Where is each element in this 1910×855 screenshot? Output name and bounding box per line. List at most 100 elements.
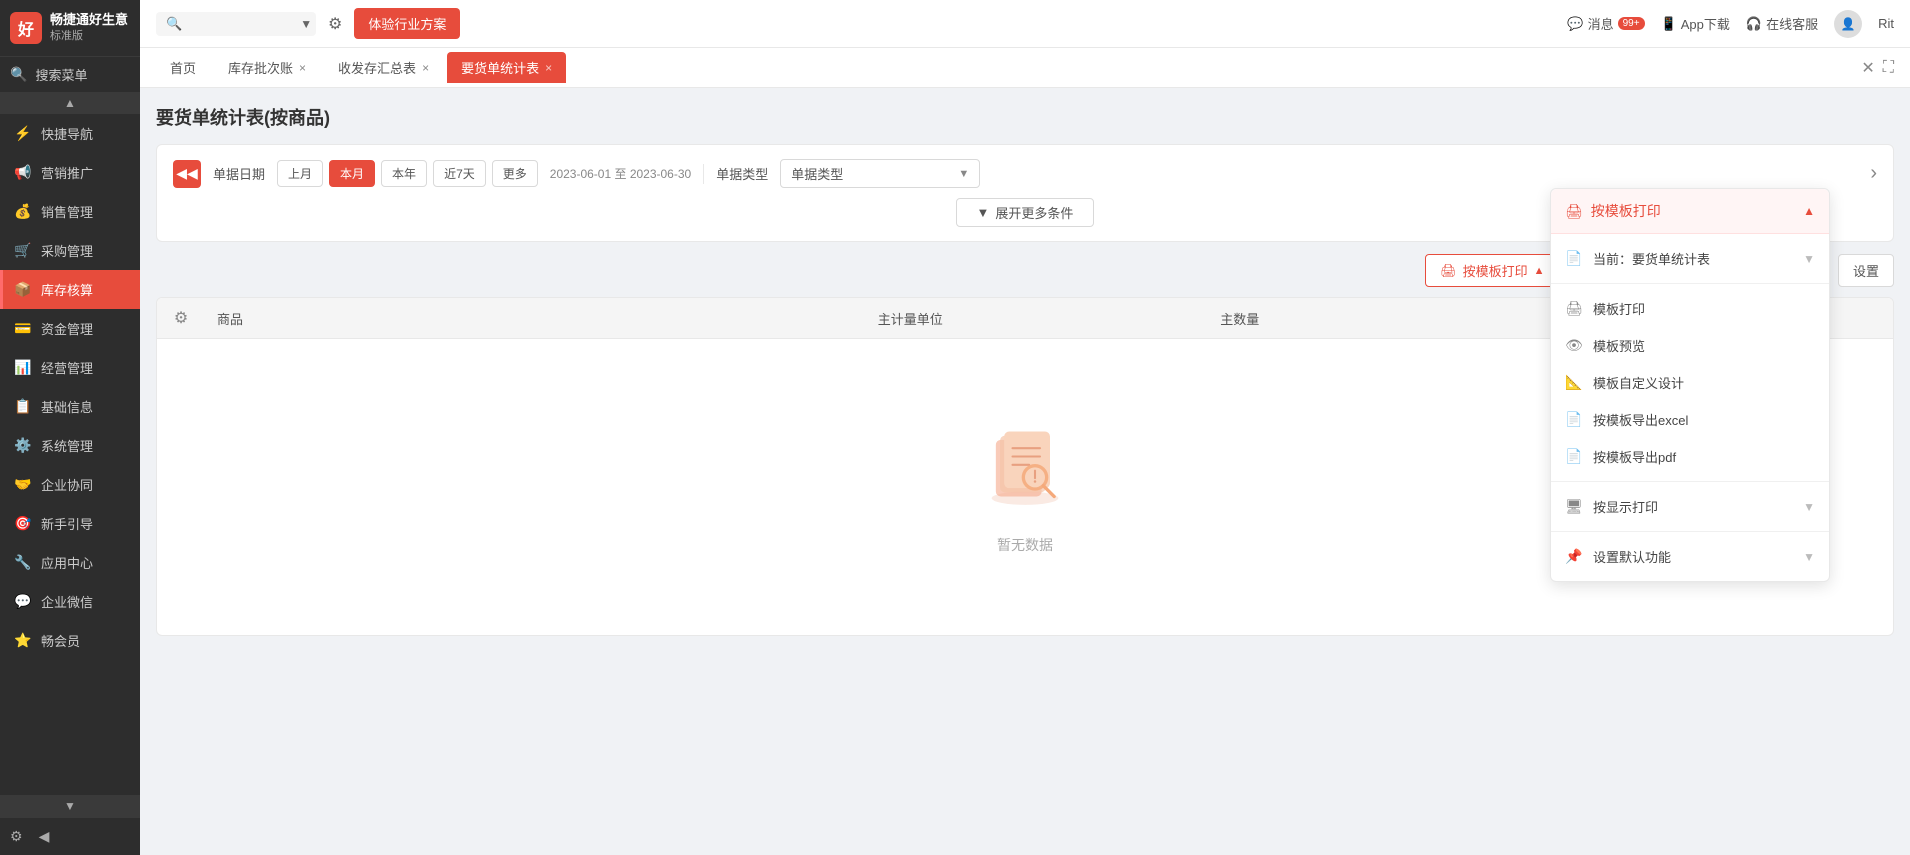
tab-home[interactable]: 首页 bbox=[156, 52, 210, 83]
page-content: 要货单统计表(按商品) ◀◀ 单据日期 上月 本月 本年 近7天 更多 2023… bbox=[140, 88, 1910, 855]
template-excel-icon: 📄 bbox=[1565, 411, 1583, 428]
sidebar-bottom: ⚙ ◀ bbox=[0, 817, 140, 855]
message-button[interactable]: 💬 消息 99+ bbox=[1567, 14, 1644, 33]
tabs-right: ✕ ⛶ bbox=[1861, 58, 1894, 78]
dropdown-template-preview[interactable]: 👁 模板预览 bbox=[1551, 327, 1829, 364]
topbar-settings-button[interactable]: ⚙ bbox=[328, 14, 342, 34]
sidebar-scroll-up[interactable]: ▲ bbox=[0, 92, 140, 114]
sidebar-item-quick-nav[interactable]: ⚡ 快捷导航 bbox=[0, 114, 140, 153]
sidebar-search[interactable]: 🔍 搜索菜单 bbox=[0, 57, 140, 92]
tab-batch-accounts[interactable]: 库存批次账 × bbox=[214, 52, 320, 83]
dropdown-template-export-pdf[interactable]: 📄 按模板导出pdf bbox=[1551, 438, 1829, 475]
sidebar-item-marketing[interactable]: 📢 营销推广 bbox=[0, 153, 140, 192]
dropdown-display-print[interactable]: 🖥 按显示打印 ▼ bbox=[1551, 488, 1829, 525]
username-label[interactable]: Rit bbox=[1878, 16, 1894, 31]
dropdown-current-label: 当前：要货单统计表 bbox=[1593, 249, 1710, 268]
dropdown-current-item[interactable]: 📄 当前：要货单统计表 ▼ bbox=[1551, 240, 1829, 277]
display-print-arrow-icon: ▼ bbox=[1803, 500, 1815, 514]
user-avatar[interactable]: 👤 bbox=[1834, 10, 1862, 38]
filter-right-arrow-icon[interactable]: › bbox=[1870, 162, 1877, 185]
sidebar-item-label: 经营管理 bbox=[41, 358, 93, 377]
tab-close-order-summary[interactable]: × bbox=[545, 61, 552, 75]
main-content: 🔍 ▼ ⚙ 体验行业方案 💬 消息 99+ 📱 App下载 🎧 在线客服 👤 bbox=[140, 0, 1910, 855]
topbar-search-icon: 🔍 bbox=[166, 16, 182, 32]
message-badge: 99+ bbox=[1618, 17, 1645, 30]
dropdown-template-print[interactable]: 🖨 模板打印 bbox=[1551, 290, 1829, 327]
date-btn-more[interactable]: 更多 bbox=[492, 160, 538, 187]
page-title: 要货单统计表(按商品) bbox=[156, 104, 1894, 130]
dropdown-template-custom[interactable]: 📐 模板自定义设计 bbox=[1551, 364, 1829, 401]
sidebar-settings-icon[interactable]: ⚙ bbox=[10, 828, 23, 845]
display-print-icon: 🖥 bbox=[1565, 498, 1583, 515]
topbar-search-input[interactable] bbox=[186, 16, 296, 31]
sidebar-fold-icon[interactable]: ◀ bbox=[39, 828, 50, 845]
sidebar-item-member[interactable]: ⭐ 畅会员 bbox=[0, 621, 140, 660]
purchase-icon: 🛒 bbox=[13, 242, 33, 259]
topbar-right: 💬 消息 99+ 📱 App下载 🎧 在线客服 👤 Rit bbox=[1567, 10, 1894, 38]
tab-close-receivable-summary[interactable]: × bbox=[422, 61, 429, 75]
date-btn-last-month[interactable]: 上月 bbox=[277, 160, 323, 187]
print-dropdown-menu: 🖨 按模板打印 ▲ 📄 当前：要货单统计表 ▼ 🖨 模板打印 👁 bbox=[1550, 188, 1830, 582]
online-service-button[interactable]: 🎧 在线客服 bbox=[1746, 14, 1818, 33]
type-filter-select[interactable]: 单据类型 ▼ bbox=[780, 159, 980, 188]
tab-close-batch-accounts[interactable]: × bbox=[299, 61, 306, 75]
sidebar-nav: ⚡ 快捷导航 📢 营销推广 💰 销售管理 🛒 采购管理 📦 库存核算 💳 资金管… bbox=[0, 114, 140, 795]
table-col-product: 商品 bbox=[205, 309, 866, 328]
marketing-icon: 📢 bbox=[13, 164, 33, 181]
empty-icon bbox=[975, 419, 1075, 519]
type-filter-text: 单据类型 bbox=[791, 164, 954, 183]
basic-info-icon: 📋 bbox=[13, 398, 33, 415]
settings-button[interactable]: 设置 bbox=[1838, 254, 1894, 287]
sidebar-item-guide[interactable]: 🎯 新手引导 bbox=[0, 504, 140, 543]
table-col-quantity: 主数量 bbox=[1208, 309, 1550, 328]
dropdown-template-export-excel[interactable]: 📄 按模板导出excel bbox=[1551, 401, 1829, 438]
topbar-search-box[interactable]: 🔍 ▼ bbox=[156, 12, 316, 36]
filter-divider bbox=[703, 164, 704, 184]
expand-more-button[interactable]: ▼ 展开更多条件 bbox=[956, 198, 1095, 227]
dropdown-header[interactable]: 🖨 按模板打印 ▲ bbox=[1551, 189, 1829, 234]
sidebar-item-label: 基础信息 bbox=[41, 397, 93, 416]
topbar-chevron-icon[interactable]: ▼ bbox=[300, 17, 312, 31]
operations-icon: 📊 bbox=[13, 359, 33, 376]
wechat-icon: 💬 bbox=[13, 593, 33, 610]
inventory-icon: 📦 bbox=[13, 281, 33, 298]
tab-receivable-summary[interactable]: 收发存汇总表 × bbox=[324, 52, 443, 83]
sidebar-item-operations[interactable]: 📊 经营管理 bbox=[0, 348, 140, 387]
dropdown-default-function[interactable]: 📌 设置默认功能 ▼ bbox=[1551, 538, 1829, 575]
sidebar-item-label: 采购管理 bbox=[41, 241, 93, 260]
sidebar-item-purchase[interactable]: 🛒 采购管理 bbox=[0, 231, 140, 270]
print-template-button[interactable]: 🖨 按模板打印 ▲ bbox=[1425, 254, 1559, 287]
app-download-button[interactable]: 📱 App下载 bbox=[1661, 14, 1730, 33]
trial-button[interactable]: 体验行业方案 bbox=[354, 8, 460, 39]
table-col-unit: 主计量单位 bbox=[866, 309, 1208, 328]
template-print-icon: 🖨 bbox=[1565, 300, 1583, 317]
table-settings-icon[interactable]: ⚙ bbox=[174, 310, 188, 327]
sidebar-item-app-center[interactable]: 🔧 应用中心 bbox=[0, 543, 140, 582]
table-col-settings[interactable]: ⚙ bbox=[157, 308, 205, 328]
sidebar-item-system[interactable]: ⚙️ 系统管理 bbox=[0, 426, 140, 465]
tabs-bar: 首页 库存批次账 × 收发存汇总表 × 要货单统计表 × ✕ ⛶ bbox=[140, 48, 1910, 88]
cooperation-icon: 🤝 bbox=[13, 476, 33, 493]
date-buttons-group: 上月 本月 本年 近7天 更多 bbox=[277, 160, 538, 187]
default-function-arrow-icon: ▼ bbox=[1803, 550, 1815, 564]
sidebar-item-inventory[interactable]: 📦 库存核算 bbox=[0, 270, 140, 309]
sidebar-scroll-down[interactable]: ▼ bbox=[0, 795, 140, 817]
sidebar-item-wechat[interactable]: 💬 企业微信 bbox=[0, 582, 140, 621]
tab-order-summary[interactable]: 要货单统计表 × bbox=[447, 52, 566, 83]
sidebar-item-sales[interactable]: 💰 销售管理 bbox=[0, 192, 140, 231]
default-function-icon: 📌 bbox=[1565, 548, 1583, 565]
headset-icon: 🎧 bbox=[1746, 16, 1762, 32]
date-btn-this-year[interactable]: 本年 bbox=[381, 160, 427, 187]
dropdown-current-section: 📄 当前：要货单统计表 ▼ bbox=[1551, 234, 1829, 284]
expand-more-label: 展开更多条件 bbox=[995, 203, 1073, 222]
filter-expand-button[interactable]: ◀◀ bbox=[173, 160, 201, 188]
tab-window-expand-btn[interactable]: ⛶ bbox=[1883, 59, 1894, 77]
sidebar-item-basic-info[interactable]: 📋 基础信息 bbox=[0, 387, 140, 426]
date-btn-this-month[interactable]: 本月 bbox=[329, 160, 375, 187]
finance-icon: 💳 bbox=[13, 320, 33, 337]
template-pdf-icon: 📄 bbox=[1565, 448, 1583, 465]
tab-window-close-btn[interactable]: ✕ bbox=[1861, 58, 1874, 78]
sidebar-item-cooperation[interactable]: 🤝 企业协同 bbox=[0, 465, 140, 504]
sidebar-item-finance[interactable]: 💳 资金管理 bbox=[0, 309, 140, 348]
date-btn-7days[interactable]: 近7天 bbox=[433, 160, 486, 187]
